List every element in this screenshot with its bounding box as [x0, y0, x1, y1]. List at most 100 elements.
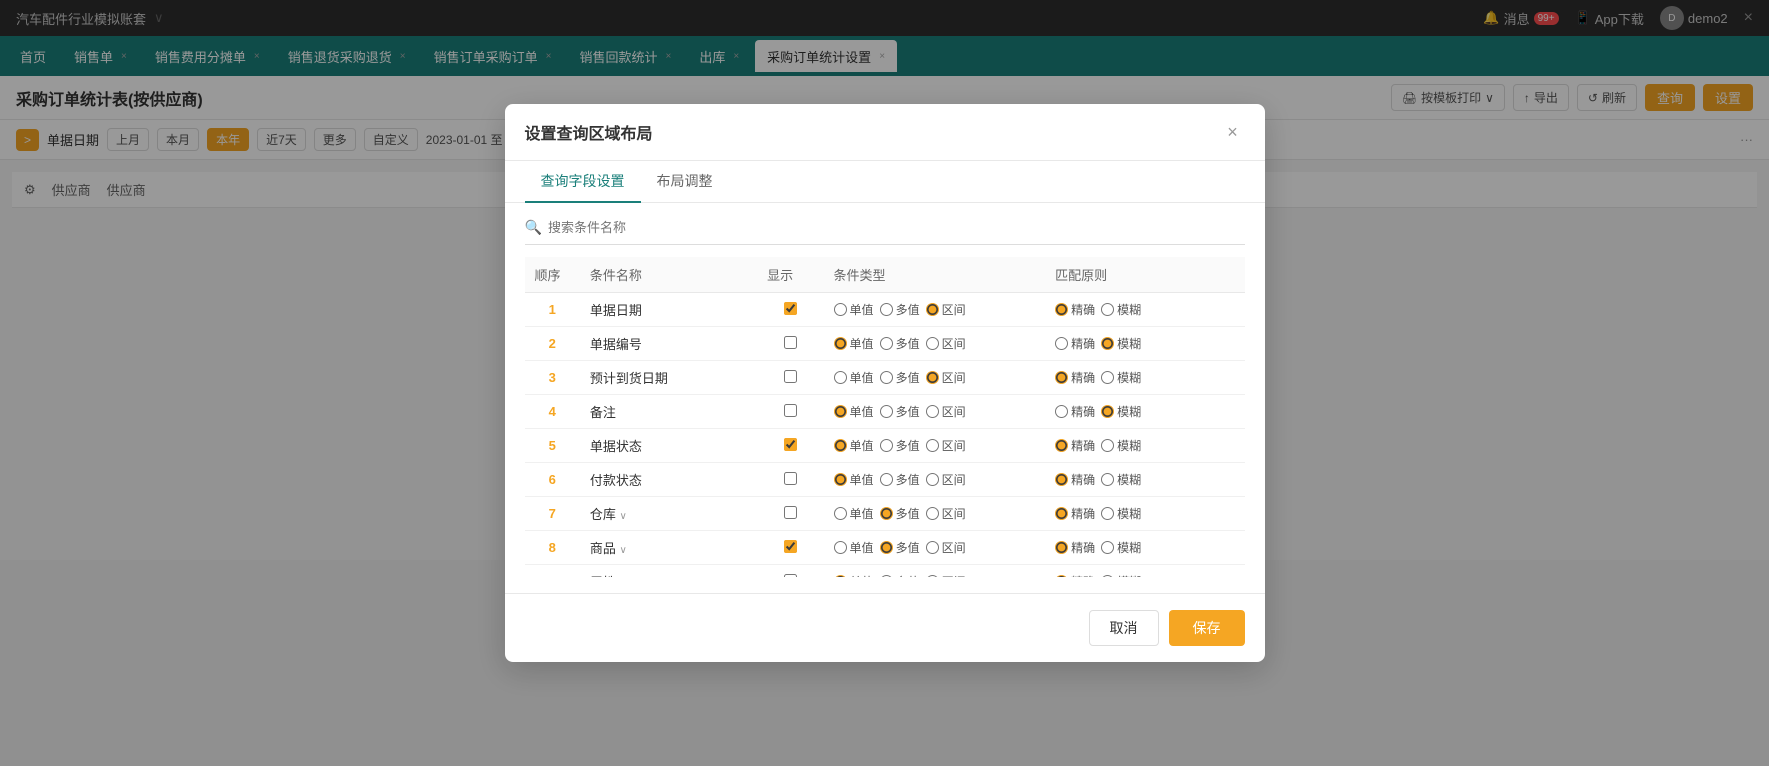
radio-match-精确-3[interactable]: [1055, 371, 1068, 384]
radio-match-模糊-2[interactable]: [1101, 337, 1114, 350]
cell-match-8: 精确模糊: [1045, 531, 1244, 565]
cancel-btn[interactable]: 取消: [1089, 610, 1159, 646]
cell-order-4: 4: [525, 395, 580, 429]
cell-type-8: 单值多值区间: [824, 531, 1046, 565]
radio-type-区间-2[interactable]: [926, 337, 939, 350]
radio-type-多值-9[interactable]: [880, 575, 893, 577]
radio-match-精确-8[interactable]: [1055, 541, 1068, 554]
modal-footer: 取消 保存: [505, 593, 1265, 662]
radio-match-模糊-5[interactable]: [1101, 439, 1114, 452]
cell-match-7: 精确模糊: [1045, 497, 1244, 531]
radio-match-模糊-1[interactable]: [1101, 303, 1114, 316]
checkbox-display-9[interactable]: [784, 574, 797, 578]
checkbox-display-5[interactable]: [784, 438, 797, 451]
cell-match-4: 精确模糊: [1045, 395, 1244, 429]
cell-display-3[interactable]: [757, 361, 823, 395]
radio-type-区间-5[interactable]: [926, 439, 939, 452]
radio-match-模糊-9[interactable]: [1101, 575, 1114, 577]
radio-type-区间-6[interactable]: [926, 473, 939, 486]
th-display: 显示: [757, 257, 823, 293]
radio-type-单值-3[interactable]: [834, 371, 847, 384]
cell-order-9: 9: [525, 565, 580, 578]
checkbox-display-6[interactable]: [784, 472, 797, 485]
cell-type-7: 单值多值区间: [824, 497, 1046, 531]
cell-match-1: 精确模糊: [1045, 293, 1244, 327]
checkbox-display-3[interactable]: [784, 370, 797, 383]
cell-name-7: 仓库 ∨: [580, 497, 757, 531]
checkbox-display-2[interactable]: [784, 336, 797, 349]
cell-display-5[interactable]: [757, 429, 823, 463]
radio-type-区间-8[interactable]: [926, 541, 939, 554]
radio-type-单值-8[interactable]: [834, 541, 847, 554]
radio-type-区间-7[interactable]: [926, 507, 939, 520]
th-type: 条件类型: [824, 257, 1046, 293]
conditions-table-scroll: 顺序 条件名称 显示 条件类型 匹配原则 1单据日期单值多值区间精确模糊2单据编…: [525, 257, 1245, 577]
checkbox-display-7[interactable]: [784, 506, 797, 519]
radio-match-模糊-4[interactable]: [1101, 405, 1114, 418]
modal-close-btn[interactable]: ×: [1221, 120, 1245, 144]
cell-display-4[interactable]: [757, 395, 823, 429]
radio-type-多值-7[interactable]: [880, 507, 893, 520]
cell-name-5: 单据状态: [580, 429, 757, 463]
cell-type-4: 单值多值区间: [824, 395, 1046, 429]
search-input[interactable]: [548, 220, 1245, 235]
radio-type-多值-1[interactable]: [880, 303, 893, 316]
tab-layout-adjust[interactable]: 布局调整: [641, 161, 729, 203]
cell-order-2: 2: [525, 327, 580, 361]
radio-type-单值-7[interactable]: [834, 507, 847, 520]
cell-type-5: 单值多值区间: [824, 429, 1046, 463]
radio-match-模糊-7[interactable]: [1101, 507, 1114, 520]
cell-display-9[interactable]: [757, 565, 823, 578]
cell-display-2[interactable]: [757, 327, 823, 361]
radio-type-多值-3[interactable]: [880, 371, 893, 384]
table-row: 6付款状态单值多值区间精确模糊: [525, 463, 1245, 497]
radio-match-精确-9[interactable]: [1055, 575, 1068, 577]
radio-match-精确-6[interactable]: [1055, 473, 1068, 486]
radio-type-区间-1[interactable]: [926, 303, 939, 316]
cell-display-6[interactable]: [757, 463, 823, 497]
cell-display-7[interactable]: [757, 497, 823, 531]
tab-query-settings[interactable]: 查询字段设置: [525, 161, 641, 203]
cell-name-9: 属性 ∨: [580, 565, 757, 578]
radio-type-区间-4[interactable]: [926, 405, 939, 418]
radio-match-模糊-6[interactable]: [1101, 473, 1114, 486]
save-btn[interactable]: 保存: [1169, 610, 1245, 646]
checkbox-display-4[interactable]: [784, 404, 797, 417]
cell-display-8[interactable]: [757, 531, 823, 565]
radio-match-模糊-3[interactable]: [1101, 371, 1114, 384]
settings-modal: 设置查询区域布局 × 查询字段设置 布局调整 🔍: [505, 104, 1265, 662]
modal-body: 🔍 顺序 条件名称 显示 条件类型 匹配原则: [505, 203, 1265, 593]
radio-match-精确-1[interactable]: [1055, 303, 1068, 316]
cell-name-1: 单据日期: [580, 293, 757, 327]
radio-type-多值-5[interactable]: [880, 439, 893, 452]
radio-type-多值-2[interactable]: [880, 337, 893, 350]
cell-display-1[interactable]: [757, 293, 823, 327]
table-row: 2单据编号单值多值区间精确模糊: [525, 327, 1245, 361]
radio-type-单值-9[interactable]: [834, 575, 847, 577]
radio-type-单值-6[interactable]: [834, 473, 847, 486]
radio-type-区间-3[interactable]: [926, 371, 939, 384]
radio-type-单值-4[interactable]: [834, 405, 847, 418]
radio-type-单值-5[interactable]: [834, 439, 847, 452]
radio-type-单值-1[interactable]: [834, 303, 847, 316]
cell-name-6: 付款状态: [580, 463, 757, 497]
checkbox-display-1[interactable]: [784, 302, 797, 315]
radio-match-精确-5[interactable]: [1055, 439, 1068, 452]
radio-type-多值-4[interactable]: [880, 405, 893, 418]
radio-match-精确-4[interactable]: [1055, 405, 1068, 418]
search-box: 🔍: [525, 219, 1245, 245]
cell-type-6: 单值多值区间: [824, 463, 1046, 497]
radio-type-多值-8[interactable]: [880, 541, 893, 554]
radio-match-模糊-8[interactable]: [1101, 541, 1114, 554]
checkbox-display-8[interactable]: [784, 540, 797, 553]
radio-type-多值-6[interactable]: [880, 473, 893, 486]
table-row: 1单据日期单值多值区间精确模糊: [525, 293, 1245, 327]
cell-match-2: 精确模糊: [1045, 327, 1244, 361]
radio-match-精确-2[interactable]: [1055, 337, 1068, 350]
cell-order-3: 3: [525, 361, 580, 395]
th-match: 匹配原则: [1045, 257, 1244, 293]
table-row: 4备注单值多值区间精确模糊: [525, 395, 1245, 429]
radio-type-区间-9[interactable]: [926, 575, 939, 577]
radio-type-单值-2[interactable]: [834, 337, 847, 350]
radio-match-精确-7[interactable]: [1055, 507, 1068, 520]
